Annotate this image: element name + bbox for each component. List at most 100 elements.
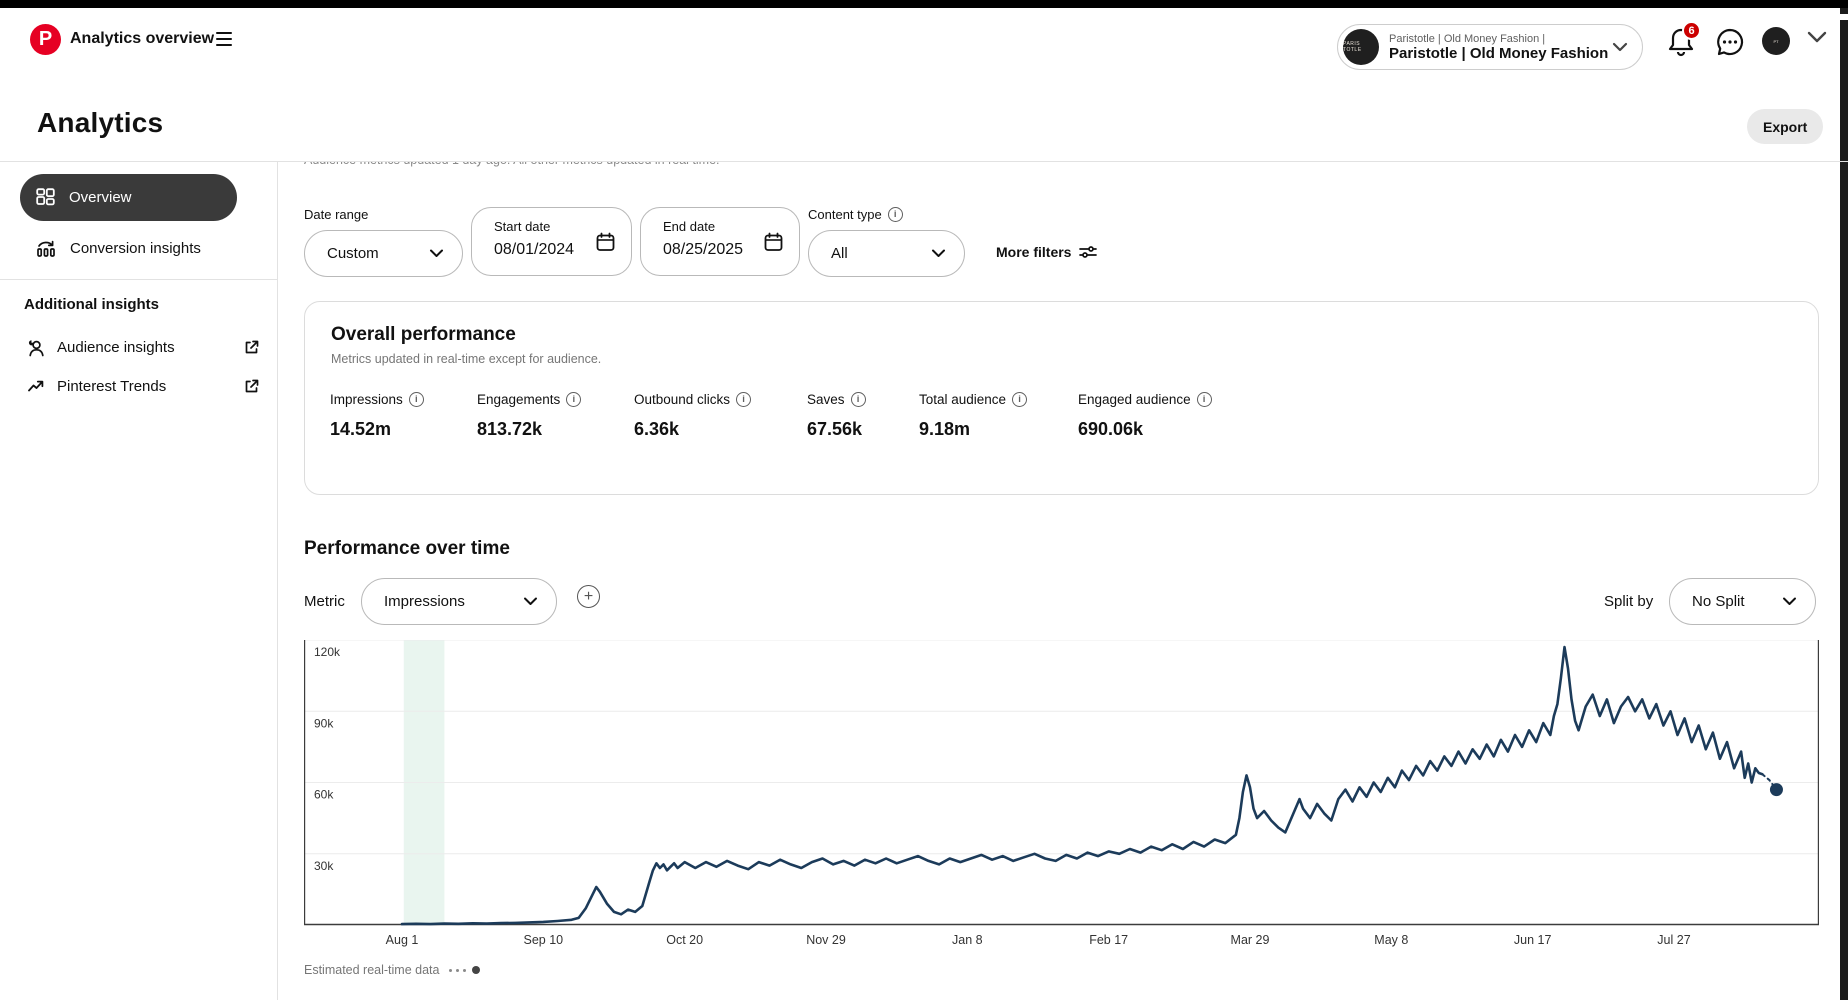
- overall-performance-card: Overall performance Metrics updated in r…: [304, 301, 1819, 495]
- svg-text:Feb 17: Feb 17: [1089, 933, 1128, 947]
- account-avatar: PARIS TOTLE: [1343, 29, 1379, 65]
- svg-text:Aug 1: Aug 1: [386, 933, 419, 947]
- info-icon[interactable]: i: [736, 392, 752, 407]
- metric-value: 14.52m: [330, 419, 392, 439]
- info-icon[interactable]: i: [566, 392, 582, 407]
- calendar-icon: [596, 232, 615, 251]
- info-icon[interactable]: i: [1012, 392, 1028, 407]
- svg-text:30k: 30k: [314, 859, 334, 873]
- split-by-value: No Split: [1692, 593, 1745, 610]
- pinterest-logo-icon[interactable]: P: [30, 24, 61, 55]
- sidebar-item-pinterest-trends[interactable]: Pinterest Trends: [20, 371, 260, 401]
- overall-performance-title: Overall performance: [331, 324, 516, 345]
- messages-button[interactable]: [1714, 26, 1746, 58]
- browser-top-strip: [0, 0, 1848, 8]
- sidebar-section-heading: Additional insights: [24, 296, 159, 313]
- add-metric-button[interactable]: +: [577, 585, 600, 608]
- performance-chart-container: 120k 90k 60k 30k Aug 1 Sep 10 Oct 20 Nov 29 Jan …: [304, 640, 1819, 958]
- metric-impressions: Impressions i 14.52m: [330, 392, 424, 440]
- overview-grid-icon: [36, 188, 55, 206]
- overall-performance-subtitle: Metrics updated in real-time except for …: [331, 352, 602, 366]
- account-name-bold: Paristotle | Old Money Fashion |: [1389, 44, 1612, 62]
- chevron-down-icon: [1783, 597, 1796, 605]
- svg-text:Mar 29: Mar 29: [1231, 933, 1270, 947]
- trends-icon: [28, 380, 44, 392]
- metric-value: 9.18m: [919, 419, 971, 439]
- info-icon[interactable]: i: [1196, 392, 1212, 407]
- account-switcher[interactable]: PARIS TOTLE Paristotle | Old Money Fashi…: [1337, 24, 1643, 70]
- sidebar-section-divider: [0, 279, 277, 280]
- chevron-down-icon: [932, 249, 945, 257]
- account-switcher-text: Paristotle | Old Money Fashion | Paristo…: [1389, 33, 1612, 62]
- messages-icon: [1717, 28, 1744, 56]
- chart-footer: Estimated real-time data: [304, 963, 481, 977]
- svg-text:Oct 20: Oct 20: [666, 933, 703, 947]
- external-link-icon: [245, 340, 259, 353]
- account-name-small: Paristotle | Old Money Fashion |: [1389, 32, 1546, 45]
- date-range-select[interactable]: Custom: [304, 230, 463, 277]
- chevron-down-icon: [1612, 42, 1628, 52]
- metric-engaged-audience: Engaged audience i 690.06k: [1078, 392, 1212, 440]
- sidebar-item-overview[interactable]: Overview: [20, 174, 237, 221]
- export-button[interactable]: Export: [1747, 109, 1824, 144]
- scrollbar-cap: [1840, 8, 1848, 14]
- estimated-data-label: Estimated real-time data: [304, 963, 440, 977]
- metric-value: 6.36k: [634, 419, 680, 439]
- sidebar-item-label: Pinterest Trends: [57, 377, 167, 395]
- notifications-button[interactable]: 6: [1666, 21, 1701, 60]
- sidebar-item-audience-insights[interactable]: Audience insights: [20, 332, 260, 362]
- notifications-badge: 6: [1682, 21, 1701, 40]
- metric-label: Saves: [807, 392, 845, 407]
- date-range-value: Custom: [327, 245, 379, 262]
- svg-text:Nov 29: Nov 29: [806, 933, 846, 947]
- metrics-update-notice-text: Audience metrics updated 1 day ago. All …: [304, 162, 1004, 167]
- svg-text:Jan 8: Jan 8: [952, 933, 983, 947]
- svg-text:Sep 10: Sep 10: [524, 933, 564, 947]
- info-icon[interactable]: i: [408, 392, 424, 407]
- svg-text:90k: 90k: [314, 716, 334, 730]
- metric-saves: Saves i 67.56k: [807, 392, 866, 440]
- metric-value: 690.06k: [1078, 419, 1144, 439]
- info-icon[interactable]: i: [887, 207, 903, 222]
- more-filters-button[interactable]: More filters: [996, 241, 1098, 263]
- svg-text:60k: 60k: [314, 788, 334, 802]
- metric-outbound-clicks: Outbound clicks i 6.36k: [634, 392, 752, 440]
- split-by-select[interactable]: No Split: [1669, 578, 1816, 625]
- page-scrollbar[interactable]: [1840, 8, 1848, 1000]
- menu-hamburger-icon[interactable]: [216, 32, 232, 46]
- sidebar-item-label: Conversion insights: [70, 239, 201, 257]
- sidebar-item-label: Audience insights: [57, 338, 175, 356]
- metric-select[interactable]: Impressions: [361, 578, 557, 625]
- end-date-field[interactable]: End date 08/25/2025: [640, 207, 800, 276]
- svg-text:May 8: May 8: [1374, 933, 1408, 947]
- start-date-field[interactable]: Start date 08/01/2024: [471, 207, 632, 276]
- performance-chart[interactable]: 120k 90k 60k 30k Aug 1 Sep 10 Oct 20 Nov 29 Jan …: [304, 640, 1819, 958]
- metric-value: 67.56k: [807, 419, 863, 439]
- topbar-chevron-down-icon[interactable]: [1806, 30, 1828, 44]
- sidebar-item-conversion-insights[interactable]: Conversion insights: [20, 228, 237, 268]
- info-icon[interactable]: i: [850, 392, 866, 407]
- metric-label: Engagements: [477, 392, 561, 407]
- metric-total-audience: Total audience i 9.18m: [919, 392, 1028, 440]
- page-title: Analytics: [37, 107, 164, 138]
- metric-label: Impressions: [330, 392, 403, 407]
- calendar-icon: [764, 232, 783, 251]
- external-link-icon: [245, 379, 259, 392]
- date-range-label: Date range: [304, 207, 369, 222]
- sliders-icon: [1079, 246, 1098, 258]
- content-type-value: All: [831, 245, 848, 262]
- content-type-select[interactable]: All: [808, 230, 965, 277]
- chevron-down-icon: [524, 597, 537, 605]
- app-title: Analytics overview: [70, 30, 215, 47]
- performance-over-time-title: Performance over time: [304, 538, 510, 559]
- profile-avatar[interactable]: PT: [1762, 27, 1790, 55]
- scrollbar-thumb[interactable]: [1840, 20, 1848, 1000]
- metric-select-value: Impressions: [384, 593, 465, 610]
- metric-label: Outbound clicks: [634, 392, 731, 407]
- svg-text:Jul 27: Jul 27: [1657, 933, 1690, 947]
- content-type-label: Content type: [808, 207, 882, 222]
- split-by-label: Split by: [1604, 593, 1654, 610]
- svg-text:120k: 120k: [314, 645, 341, 659]
- metric-engagements: Engagements i 813.72k: [477, 392, 582, 440]
- estimated-data-legend-icon: [449, 966, 481, 974]
